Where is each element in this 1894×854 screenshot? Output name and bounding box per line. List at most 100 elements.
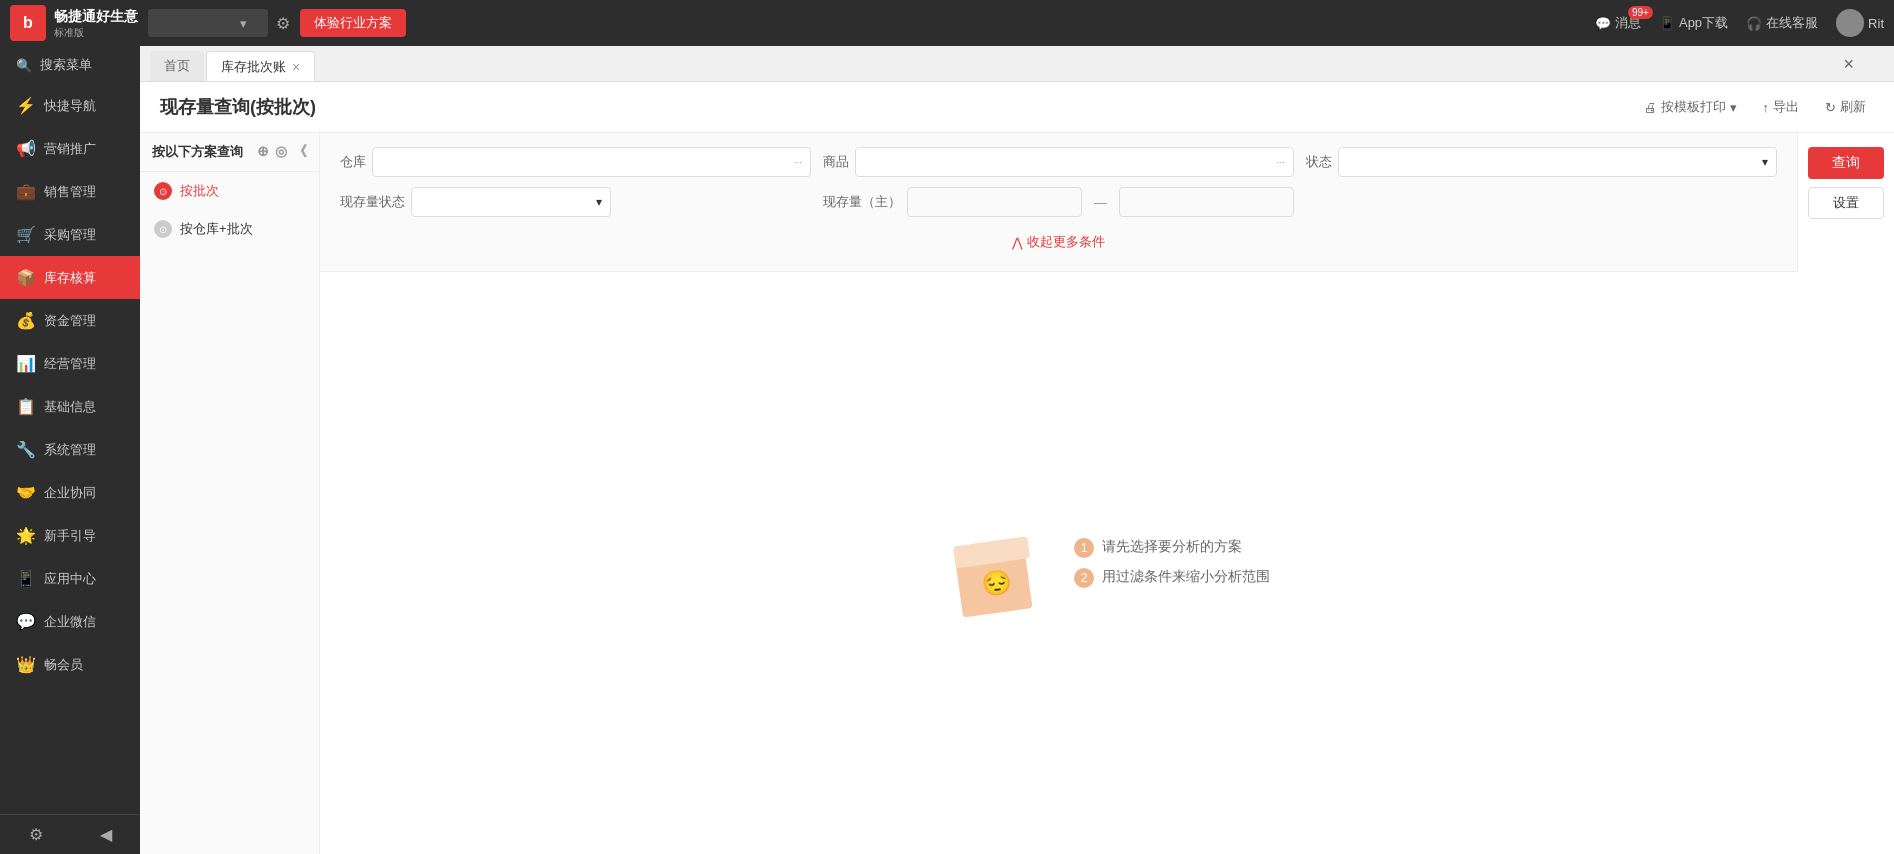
quick-nav-icon: ⚡	[16, 96, 36, 115]
warehouse-input[interactable]: ···	[372, 147, 811, 177]
sidebar-item-operations[interactable]: 📊 经营管理	[0, 342, 140, 385]
sidebar-item-purchase[interactable]: 🛒 采购管理	[0, 213, 140, 256]
collapse-panel-icon[interactable]: 《	[293, 143, 307, 161]
tabbar-close-button[interactable]: ×	[1843, 53, 1854, 74]
members-icon: 👑	[16, 655, 36, 674]
scheme-by-batch[interactable]: ⊙ 按批次	[140, 172, 319, 210]
operations-icon: 📊	[16, 354, 36, 373]
filter-area: 仓库 ··· 商品 ···	[320, 133, 1797, 272]
inventory-status-dropdown-icon: ▾	[596, 195, 602, 209]
tab-inventory-batch[interactable]: 库存批次账 ×	[206, 51, 315, 81]
tip-2-num: 2	[1074, 568, 1094, 588]
sidebar-item-wechat[interactable]: 💬 企业微信	[0, 600, 140, 643]
refresh-button[interactable]: ↻ 刷新	[1817, 94, 1874, 120]
appstore-icon: 📱	[16, 569, 36, 588]
inventory-qty-from[interactable]	[907, 187, 1082, 217]
status-dropdown-icon: ▾	[1762, 155, 1768, 169]
settings-button[interactable]: 设置	[1808, 187, 1884, 219]
sidebar-search[interactable]: 🔍 搜索菜单	[0, 46, 140, 84]
app-icon: 📱	[1659, 16, 1675, 31]
sidebar-settings-icon[interactable]: ⚙	[29, 825, 43, 844]
scheme-settings-icon[interactable]: ◎	[275, 143, 287, 161]
product-input[interactable]: ···	[855, 147, 1294, 177]
empty-tip-1: 1 请先选择要分析的方案	[1074, 538, 1270, 558]
print-dropdown-icon[interactable]: ▾	[1730, 100, 1737, 115]
warehouse-filter: 仓库 ···	[340, 147, 811, 177]
page-header: 现存量查询(按批次) 🖨 按模板打印 ▾ ↑ 导出 ↻ 刷新	[140, 82, 1894, 133]
newguide-icon: 🌟	[16, 526, 36, 545]
sales-icon: 💼	[16, 182, 36, 201]
tab-close-icon[interactable]: ×	[292, 59, 300, 75]
online-service-button[interactable]: 🎧 在线客服	[1746, 14, 1818, 32]
product-dots[interactable]: ···	[1277, 157, 1285, 168]
search-input[interactable]	[156, 16, 236, 30]
basics-icon: 📋	[16, 397, 36, 416]
left-panel-header: 按以下方案查询 ⊕ ◎ 《	[140, 133, 319, 172]
sidebar-item-quick-nav[interactable]: ⚡ 快捷导航	[0, 84, 140, 127]
avatar	[1836, 9, 1864, 37]
search-dropdown-icon[interactable]: ▾	[240, 16, 247, 31]
tabbar: 首页 库存批次账 × ×	[140, 46, 1894, 82]
topbar: b 畅捷通好生意 标准版 ▾ ⚙ 体验行业方案 💬 消息 99+ 📱 App下载…	[0, 0, 1894, 46]
search-icon: 🔍	[16, 58, 32, 73]
print-icon: 🖨	[1644, 100, 1657, 115]
wechat-icon: 💬	[16, 612, 36, 631]
service-icon: 🎧	[1746, 16, 1762, 31]
left-panel: 按以下方案查询 ⊕ ◎ 《 ⊙ 按批次 ⊙ 按仓库+批次	[140, 133, 320, 854]
settings-icon[interactable]: ⚙	[276, 14, 290, 33]
collapse-icon: ⋀	[1012, 235, 1023, 250]
messages-button[interactable]: 💬 消息 99+	[1595, 14, 1641, 32]
export-button[interactable]: ↑ 导出	[1755, 94, 1808, 120]
topbar-search-box[interactable]: ▾	[148, 9, 268, 37]
main-layout: 🔍 搜索菜单 ⚡ 快捷导航 📢 营销推广 💼 销售管理 🛒 采购管理 📦	[0, 46, 1894, 854]
product-filter: 商品 ···	[823, 147, 1294, 177]
topbar-right-area: 💬 消息 99+ 📱 App下载 🎧 在线客服 Rit	[1595, 9, 1884, 37]
refresh-icon: ↻	[1825, 100, 1836, 115]
message-badge: 99+	[1628, 6, 1653, 19]
sidebar-item-appstore[interactable]: 📱 应用中心	[0, 557, 140, 600]
sidebar-item-members[interactable]: 👑 畅会员	[0, 643, 140, 686]
filter-row-2: 现存量状态 ▾ 现存量（主） —	[340, 187, 1777, 217]
sidebar-collapse-icon[interactable]: ◀	[100, 825, 112, 844]
tip-1-num: 1	[1074, 538, 1094, 558]
export-icon: ↑	[1763, 100, 1770, 115]
purchase-icon: 🛒	[16, 225, 36, 244]
inventory-qty-filter: 现存量（主） —	[823, 187, 1294, 217]
left-panel-actions: ⊕ ◎ 《	[257, 143, 307, 161]
scheme-by-warehouse-batch[interactable]: ⊙ 按仓库+批次	[140, 210, 319, 248]
warehouse-batch-scheme-icon: ⊙	[154, 220, 172, 238]
sidebar-item-system[interactable]: 🔧 系统管理	[0, 428, 140, 471]
print-template-button[interactable]: 🖨 按模板打印 ▾	[1636, 94, 1745, 120]
app-download-button[interactable]: 📱 App下载	[1659, 14, 1728, 32]
brand-info: 畅捷通好生意 标准版	[54, 7, 138, 38]
right-panel: 仓库 ··· 商品 ···	[320, 133, 1894, 854]
empty-tip-2: 2 用过滤条件来缩小分析范围	[1074, 568, 1270, 588]
sidebar-item-finance[interactable]: 💰 资金管理	[0, 299, 140, 342]
system-icon: 🔧	[16, 440, 36, 459]
svg-text:😔: 😔	[980, 566, 1014, 599]
status-filter: 状态 ▾	[1306, 147, 1777, 177]
tab-home[interactable]: 首页	[150, 51, 204, 81]
inventory-status-select[interactable]: ▾	[411, 187, 611, 217]
sidebar-item-basics[interactable]: 📋 基础信息	[0, 385, 140, 428]
collapse-more-button[interactable]: ⋀ 收起更多条件	[340, 227, 1777, 257]
sidebar-item-newguide[interactable]: 🌟 新手引导	[0, 514, 140, 557]
sidebar-item-inventory[interactable]: 📦 库存核算	[0, 256, 140, 299]
marketing-icon: 📢	[16, 139, 36, 158]
empty-tips: 1 请先选择要分析的方案 2 用过滤条件来缩小分析范围	[1074, 538, 1270, 588]
app-logo: b	[10, 5, 46, 41]
status-select[interactable]: ▾	[1338, 147, 1777, 177]
filter-container: 仓库 ··· 商品 ···	[320, 133, 1894, 272]
inventory-qty-to[interactable]	[1119, 187, 1294, 217]
warehouse-dots[interactable]: ···	[794, 157, 802, 168]
sidebar-item-enterprise[interactable]: 🤝 企业协同	[0, 471, 140, 514]
sidebar-menu: ⚡ 快捷导航 📢 营销推广 💼 销售管理 🛒 采购管理 📦 库存核算 💰	[0, 84, 140, 814]
main-content: 首页 库存批次账 × × 现存量查询(按批次) 🖨 按模板打印 ▾ ↑ 导出	[140, 46, 1894, 854]
query-button[interactable]: 查询	[1808, 147, 1884, 179]
user-profile-button[interactable]: Rit	[1836, 9, 1884, 37]
add-scheme-icon[interactable]: ⊕	[257, 143, 269, 161]
sidebar-item-marketing[interactable]: 📢 营销推广	[0, 127, 140, 170]
sidebar-item-sales[interactable]: 💼 销售管理	[0, 170, 140, 213]
inventory-icon: 📦	[16, 268, 36, 287]
try-industry-button[interactable]: 体验行业方案	[300, 9, 406, 37]
